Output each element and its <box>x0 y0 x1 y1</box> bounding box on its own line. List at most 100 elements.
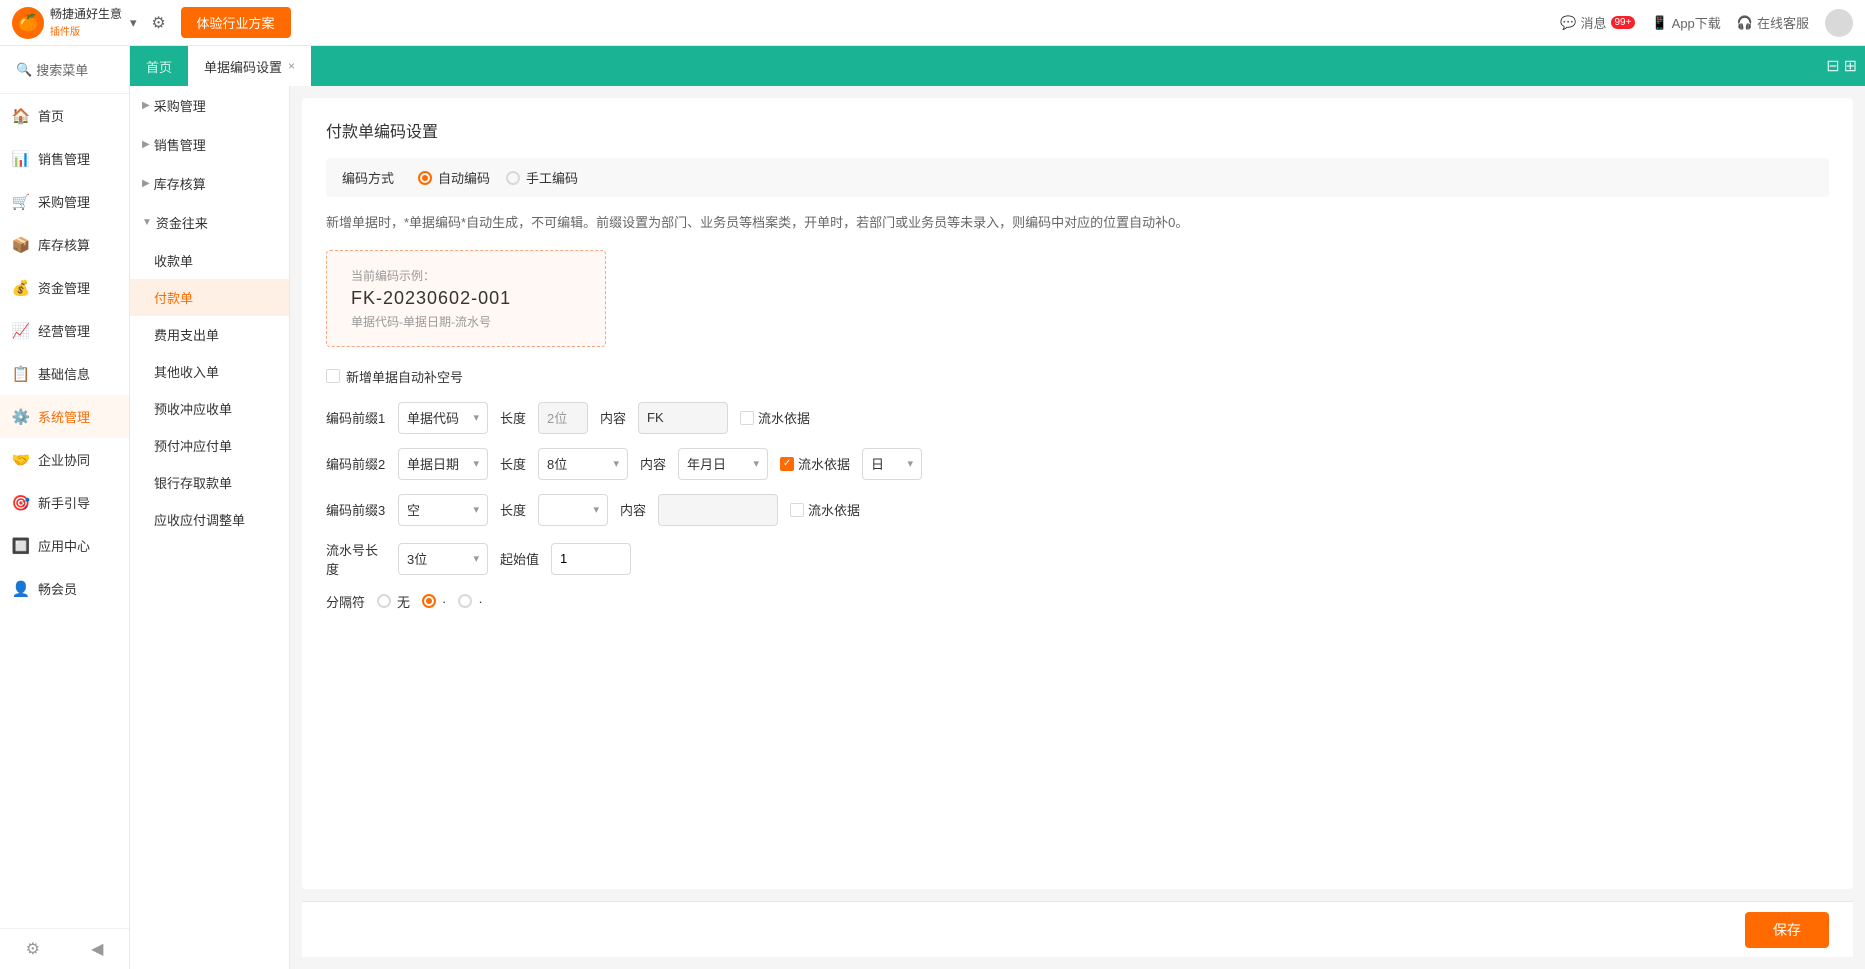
left-nav-item-other-income[interactable]: 其他收入单 <box>130 353 289 390</box>
sidebar-item-inventory[interactable]: 📦 库存核算 <box>0 223 129 266</box>
auto-code-label: 自动编码 <box>438 168 490 187</box>
sidebar-item-finance[interactable]: 💰 资金管理 <box>0 266 129 309</box>
sidebar-item-sales[interactable]: 📊 销售管理 <box>0 137 129 180</box>
save-button[interactable]: 保存 <box>1745 912 1829 948</box>
left-nav-group-title-capital[interactable]: ▼ 资金往来 <box>130 203 289 242</box>
length2-select[interactable]: 8位 ▾ <box>538 448 628 480</box>
avatar[interactable] <box>1825 9 1853 37</box>
radio-group: 自动编码 手工编码 <box>418 168 578 187</box>
sidebar-item-purchase[interactable]: 🛒 采购管理 <box>0 180 129 223</box>
settings-bottom-icon[interactable]: ⚙ <box>26 939 40 959</box>
collapse-icon[interactable]: ◀ <box>91 939 103 959</box>
tabbar-maximize-icon[interactable]: ⊞ <box>1844 56 1857 76</box>
separator-none-radio[interactable]: 无 <box>377 592 410 611</box>
water3-checkbox-row[interactable]: 流水依据 <box>790 500 860 519</box>
sidebar-item-system[interactable]: ⚙️ 系统管理 <box>0 395 129 438</box>
water3-checkbox[interactable] <box>790 503 804 517</box>
left-nav-item-ar-ap-adjust[interactable]: 应收应付调整单 <box>130 501 289 538</box>
tab-home-label: 首页 <box>146 57 172 76</box>
search-menu-btn[interactable]: 🔍 搜索菜单 <box>8 56 121 83</box>
sidebar-item-enterprise[interactable]: 🤝 企业协同 <box>0 438 129 481</box>
separator-dot2-radio[interactable]: · <box>458 594 482 609</box>
separator-dot-circle <box>422 594 436 608</box>
chevron-down-icon: ▾ <box>473 457 479 470</box>
left-nav-group-title-purchase[interactable]: ▶ 采购管理 <box>130 86 289 125</box>
sidebar-item-label: 采购管理 <box>38 192 90 211</box>
topbar-right: 💬 消息 99+ 📱 App下载 🎧 在线客服 <box>1560 9 1853 37</box>
left-nav-group-title-sales[interactable]: ▶ 销售管理 <box>130 125 289 164</box>
group-label: 资金往来 <box>156 213 208 232</box>
topbar-left: 🍊 畅捷通好生意 插件版 ▾ ⚙ 体验行业方案 <box>12 7 291 39</box>
prefix3-select[interactable]: 空 ▾ <box>398 494 488 526</box>
group-label: 库存核算 <box>154 174 206 193</box>
tabbar: 首页 单据编码设置 × ⊟ ⊞ <box>130 46 1865 86</box>
member-icon: 👤 <box>12 580 30 598</box>
sidebar-item-guide[interactable]: 🎯 新手引导 <box>0 481 129 524</box>
left-nav-item-prepay-recv[interactable]: 预收冲应收单 <box>130 390 289 427</box>
water1-checkbox[interactable] <box>740 411 754 425</box>
separator-label: 分隔符 <box>326 592 365 611</box>
tab-close-icon[interactable]: × <box>288 59 295 73</box>
left-nav-item-payment[interactable]: 付款单 <box>130 279 289 316</box>
arrow-icon-down: ▼ <box>142 217 152 228</box>
content3-label: 内容 <box>620 500 646 519</box>
water2-unit-select[interactable]: 日 ▾ <box>862 448 922 480</box>
message-btn[interactable]: 💬 消息 99+ <box>1560 13 1635 32</box>
online-service-icon: 🎧 <box>1737 15 1753 31</box>
sidebar-item-member[interactable]: 👤 畅会员 <box>0 567 129 610</box>
water2-checkbox[interactable]: ✓ <box>780 457 794 471</box>
online-service-btn[interactable]: 🎧 在线客服 <box>1737 13 1809 32</box>
left-nav-item-receipt[interactable]: 收款单 <box>130 242 289 279</box>
tab-encoding[interactable]: 单据编码设置 × <box>188 46 311 86</box>
purchase-icon: 🛒 <box>12 193 30 211</box>
system-icon: ⚙️ <box>12 408 30 426</box>
water2-checkbox-row[interactable]: ✓ 流水依据 <box>780 454 850 473</box>
separator-dot-radio[interactable]: · <box>422 594 446 609</box>
auto-fill-checkbox[interactable] <box>326 369 340 383</box>
sidebar-item-home[interactable]: 🏠 首页 <box>0 94 129 137</box>
content1-label: 内容 <box>600 408 626 427</box>
code-preview-box: 当前编码示例： FK-20230602-001 单据代码-单据日期-流水号 <box>326 250 606 347</box>
water2-label: 流水依据 <box>798 454 850 473</box>
prefix2-select[interactable]: 单据日期 ▾ <box>398 448 488 480</box>
tab-home[interactable]: 首页 <box>130 46 188 86</box>
topbar: 🍊 畅捷通好生意 插件版 ▾ ⚙ 体验行业方案 💬 消息 99+ 📱 App下载… <box>0 0 1865 46</box>
prefix-row-1: 编码前缀1 单据代码 ▾ 长度 2位 内容 FK 流水依据 <box>326 402 1829 434</box>
sidebar-item-label: 经营管理 <box>38 321 90 340</box>
sidebar-item-basic[interactable]: 📋 基础信息 <box>0 352 129 395</box>
left-nav-item-bank[interactable]: 银行存取款单 <box>130 464 289 501</box>
prefix2-value: 单据日期 <box>407 454 459 473</box>
prefix-row-2: 编码前缀2 单据日期 ▾ 长度 8位 ▾ 内容 年月日 <box>326 448 1829 480</box>
arrow-icon: ▶ <box>142 139 150 150</box>
topbar-dropdown[interactable]: ▾ <box>130 15 137 31</box>
prefix1-select[interactable]: 单据代码 ▾ <box>398 402 488 434</box>
app-download-label: App下载 <box>1672 13 1721 32</box>
content2-select[interactable]: 年月日 ▾ <box>678 448 768 480</box>
page-title: 付款单编码设置 <box>326 118 1829 142</box>
auto-code-radio[interactable]: 自动编码 <box>418 168 490 187</box>
message-badge: 99+ <box>1611 16 1636 29</box>
main-layout: 🔍 搜索菜单 🏠 首页 📊 销售管理 🛒 采购管理 📦 库存核算 💰 资金管理 … <box>0 46 1865 969</box>
prefix1-label: 编码前缀1 <box>326 408 386 427</box>
experience-button[interactable]: 体验行业方案 <box>181 7 291 38</box>
sidebar-search[interactable]: 🔍 搜索菜单 <box>0 46 129 94</box>
prefix3-label: 编码前缀3 <box>326 500 386 519</box>
left-nav-item-prepay-pay[interactable]: 预付冲应付单 <box>130 427 289 464</box>
home-icon: 🏠 <box>12 107 30 125</box>
water1-checkbox-row[interactable]: 流水依据 <box>740 408 810 427</box>
gear-icon[interactable]: ⚙ <box>145 9 173 37</box>
left-nav-group-title-inventory[interactable]: ▶ 库存核算 <box>130 164 289 203</box>
tabbar-minimize-icon[interactable]: ⊟ <box>1826 56 1839 76</box>
left-nav-group-inventory: ▶ 库存核算 <box>130 164 289 203</box>
sidebar-item-operation[interactable]: 📈 经营管理 <box>0 309 129 352</box>
serial-length-select[interactable]: 3位 ▾ <box>398 543 488 575</box>
start-value-input[interactable] <box>551 543 631 575</box>
manual-code-radio[interactable]: 手工编码 <box>506 168 578 187</box>
manual-code-label: 手工编码 <box>526 168 578 187</box>
main-content: 付款单编码设置 编码方式 自动编码 手工编码 <box>290 86 1865 969</box>
app-download-btn[interactable]: 📱 App下载 <box>1651 13 1720 32</box>
length3-select[interactable]: ▾ <box>538 494 608 526</box>
sidebar-item-apps[interactable]: 🔲 应用中心 <box>0 524 129 567</box>
left-nav-item-expense[interactable]: 费用支出单 <box>130 316 289 353</box>
search-menu-label: 搜索菜单 <box>36 60 88 79</box>
